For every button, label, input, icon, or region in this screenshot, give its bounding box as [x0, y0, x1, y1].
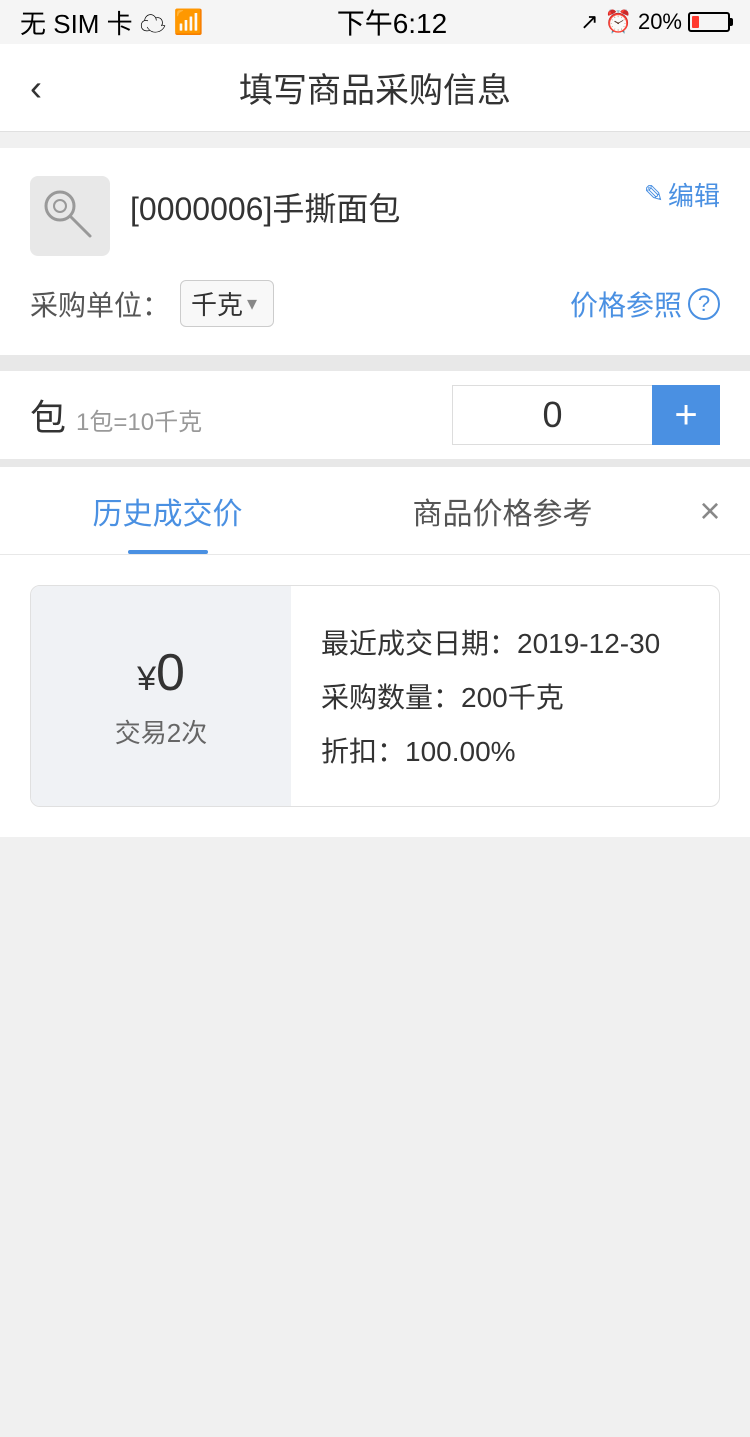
tab-price-ref-label: 商品价格参考	[413, 489, 593, 533]
battery-percent: 20%	[638, 9, 682, 35]
product-unit-row: 采购单位： 千克 ▾ 价格参照 ?	[30, 280, 720, 327]
section-divider-1	[0, 355, 750, 371]
quantity-input[interactable]	[452, 385, 652, 445]
section-divider-2	[0, 459, 750, 467]
product-card: [0000006]手撕面包 ✎ 编辑 采购单位： 千克 ▾ 价格参照 ?	[0, 148, 750, 355]
date-label: 最近成交日期：	[321, 628, 517, 659]
quantity-control: +	[452, 385, 720, 445]
quantity-row: 包 1包=10千克 +	[0, 371, 750, 459]
main-background	[0, 837, 750, 1437]
status-bar: 无 SIM 卡 ☁ 📶 下午6:12 ↗ ⏰ 20%	[0, 0, 750, 44]
signal-text: 无 SIM 卡 ☁	[20, 4, 166, 41]
tab-price-reference[interactable]: 商品价格参考	[335, 467, 670, 554]
qty-label: 采购数量：	[321, 682, 461, 713]
qty-value: 200千克	[461, 682, 564, 713]
history-details-panel: 最近成交日期：2019-12-30 采购数量：200千克 折扣：100.00%	[291, 586, 719, 806]
price-number: 0	[156, 644, 185, 702]
tab-history-label: 历史成交价	[93, 489, 243, 533]
discount-value: 100.00%	[405, 736, 516, 767]
tab-close-button[interactable]: ×	[670, 490, 750, 532]
quantity-label: 包 1包=10千克	[30, 389, 202, 441]
tab-active-indicator	[128, 550, 208, 554]
tabs-section: 历史成交价 商品价格参考 × ¥0 交易2次 最近成交日期：2019-12-30…	[0, 467, 750, 837]
quantity-plus-button[interactable]: +	[652, 385, 720, 445]
history-count: 交易2次	[115, 713, 207, 750]
battery-icon	[688, 12, 730, 32]
history-discount-row: 折扣：100.00%	[321, 730, 689, 770]
unit-left: 采购单位： 千克 ▾	[30, 280, 274, 327]
tab-history-price[interactable]: 历史成交价	[0, 467, 335, 554]
page-header: ‹ 填写商品采购信息	[0, 44, 750, 132]
back-button[interactable]: ‹	[30, 67, 42, 109]
tabs-header: 历史成交价 商品价格参考 ×	[0, 467, 750, 555]
discount-label: 折扣：	[321, 736, 405, 767]
history-qty-row: 采购数量：200千克	[321, 676, 689, 716]
history-content: ¥0 交易2次 最近成交日期：2019-12-30 采购数量：200千克 折扣：…	[0, 555, 750, 837]
status-time: 下午6:12	[337, 2, 448, 42]
quantity-unit: 包	[30, 389, 66, 441]
product-left: [0000006]手撕面包	[30, 176, 400, 256]
battery-fill	[692, 16, 699, 28]
alarm-icon: ⏰	[605, 9, 632, 35]
history-price-value: ¥0	[137, 643, 185, 703]
wifi-icon: 📶	[174, 8, 204, 37]
status-left: 无 SIM 卡 ☁ 📶	[20, 4, 204, 41]
unit-value: 千克	[191, 285, 243, 322]
price-reference-button[interactable]: 价格参照 ?	[570, 284, 720, 324]
quantity-conversion: 1包=10千克	[76, 402, 202, 437]
edit-icon: ✎	[644, 180, 664, 209]
product-image	[30, 176, 110, 256]
price-ref-label: 价格参照	[570, 284, 682, 324]
date-value: 2019-12-30	[517, 628, 660, 659]
dropdown-arrow-icon: ▾	[247, 291, 257, 316]
edit-label: 编辑	[668, 176, 720, 213]
product-name: [0000006]手撕面包	[130, 176, 400, 230]
unit-label: 采购单位：	[30, 284, 170, 324]
location-icon: ↗	[580, 9, 598, 35]
unit-select[interactable]: 千克 ▾	[180, 280, 274, 327]
currency-symbol: ¥	[137, 660, 156, 698]
history-date-row: 最近成交日期：2019-12-30	[321, 622, 689, 662]
status-right: ↗ ⏰ 20%	[580, 9, 730, 35]
history-price-panel: ¥0 交易2次	[31, 586, 291, 806]
page-title: 填写商品采购信息	[239, 63, 511, 112]
product-top: [0000006]手撕面包 ✎ 编辑	[30, 176, 720, 256]
help-icon: ?	[688, 288, 720, 320]
edit-button[interactable]: ✎ 编辑	[644, 176, 720, 213]
history-card: ¥0 交易2次 最近成交日期：2019-12-30 采购数量：200千克 折扣：…	[30, 585, 720, 807]
